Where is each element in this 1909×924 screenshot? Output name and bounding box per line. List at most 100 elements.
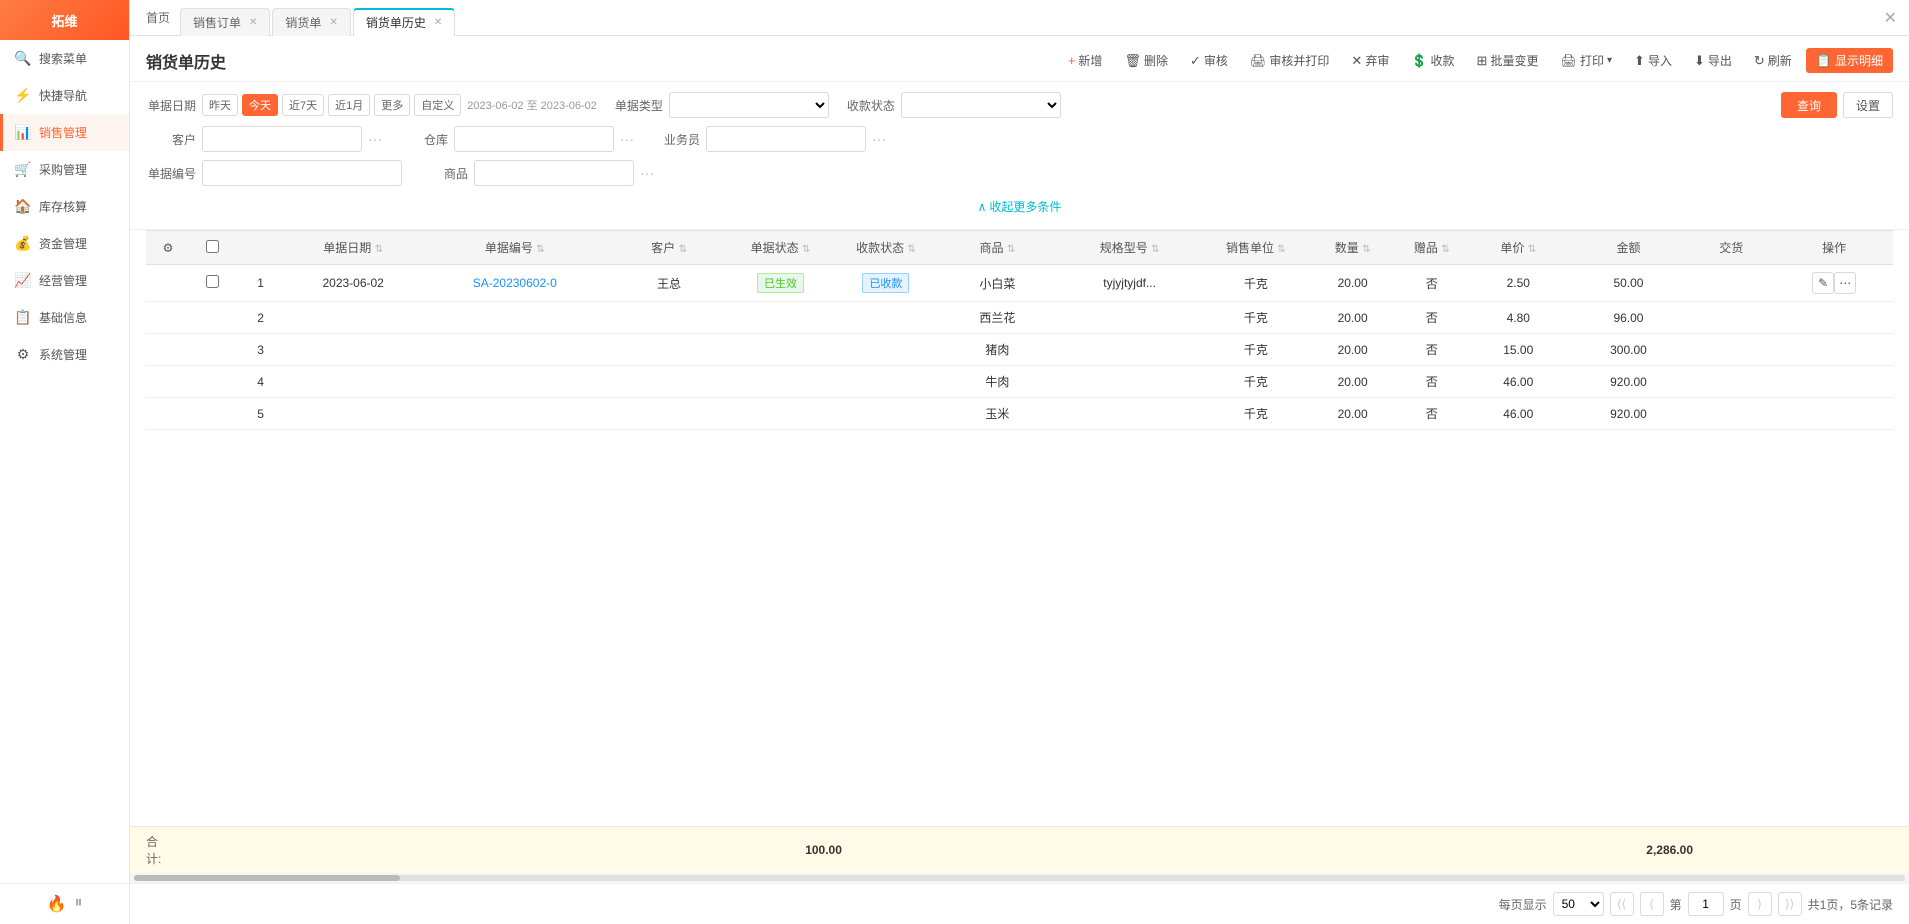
col-price[interactable]: 单价 ⇅ bbox=[1467, 231, 1570, 265]
page-first-btn[interactable]: ⟨⟨ bbox=[1610, 892, 1634, 916]
search-icon: 🔍 bbox=[15, 51, 31, 67]
pagination-bar: 每页显示 50 100 200 ⟨⟨ ⟨ 第 页 ⟩ ⟩⟩ 共1页，5条记录 bbox=[130, 883, 1909, 924]
sidebar-item-finance[interactable]: 💰 资金管理 bbox=[0, 225, 129, 262]
print-button[interactable]: 🖨 打印 ▾ bbox=[1552, 48, 1620, 73]
filter-date-group: 单据日期 昨天 今天 近7天 近1月 更多 自定义 2023-06-02 至 2… bbox=[146, 94, 597, 116]
date-1month-btn[interactable]: 近1月 bbox=[328, 94, 370, 116]
col-sn[interactable]: 单据编号 ⇅ bbox=[419, 231, 610, 265]
set-button[interactable]: 设置 bbox=[1843, 92, 1893, 118]
scrollbar-thumb[interactable] bbox=[134, 875, 400, 881]
col-goods[interactable]: 商品 ⇅ bbox=[939, 231, 1057, 265]
sidebar-item-purchase[interactable]: 🛒 采购管理 bbox=[0, 151, 129, 188]
client-ellipsis-btn[interactable]: ··· bbox=[368, 131, 382, 147]
select-all-checkbox[interactable] bbox=[206, 240, 219, 253]
tab-sales-delivery[interactable]: 销货单 ✕ bbox=[272, 8, 350, 36]
col-qty[interactable]: 数量 ⇅ bbox=[1309, 231, 1397, 265]
tab-sales-delivery-close[interactable]: ✕ bbox=[329, 17, 337, 28]
col-gift[interactable]: 赠品 ⇅ bbox=[1397, 231, 1467, 265]
col-date[interactable]: 单据日期 ⇅ bbox=[287, 231, 419, 265]
horizontal-scrollbar[interactable] bbox=[130, 873, 1909, 883]
tab-bar-close-btn[interactable]: ✕ bbox=[1884, 8, 1897, 28]
tab-home[interactable]: 首页 bbox=[138, 9, 178, 26]
page-title: 销货单历史 bbox=[146, 49, 226, 73]
paystatus-select[interactable] bbox=[901, 92, 1061, 118]
date-today-btn[interactable]: 今天 bbox=[242, 94, 278, 116]
page-next-btn[interactable]: ⟩ bbox=[1748, 892, 1772, 916]
col-pay-status[interactable]: 收款状态 ⇅ bbox=[833, 231, 938, 265]
sidebar-item-search[interactable]: 🔍 搜索菜单 bbox=[0, 40, 129, 77]
abandon-button[interactable]: ✕ 弃审 bbox=[1343, 48, 1397, 73]
row-checkbox[interactable] bbox=[206, 275, 219, 288]
col-checkbox bbox=[190, 231, 234, 265]
goods-ellipsis-btn[interactable]: ··· bbox=[640, 165, 654, 181]
client-input[interactable] bbox=[202, 126, 362, 152]
row-op-cell bbox=[1775, 366, 1893, 398]
row-sn-cell bbox=[419, 302, 610, 334]
page-input[interactable] bbox=[1688, 892, 1724, 916]
audit-button[interactable]: ✓ 审核 bbox=[1182, 48, 1236, 73]
date-quick-btns: 昨天 今天 近7天 近1月 更多 自定义 bbox=[202, 94, 461, 116]
salesperson-ellipsis-btn[interactable]: ··· bbox=[872, 131, 886, 147]
row-amount-cell: 96.00 bbox=[1570, 302, 1688, 334]
audit-print-button[interactable]: 🖨 审核并打印 bbox=[1242, 48, 1338, 73]
op-edit-btn[interactable]: ✎ bbox=[1812, 272, 1834, 294]
filter-sn-group: 单据编号 bbox=[146, 160, 402, 186]
sidebar-item-sales[interactable]: 📊 销售管理 bbox=[0, 114, 129, 151]
audit-icon: ✓ bbox=[1190, 53, 1201, 69]
query-button[interactable]: 查询 bbox=[1781, 92, 1837, 118]
sidebar-item-inventory[interactable]: 🏠 库存核算 bbox=[0, 188, 129, 225]
page-size-select[interactable]: 50 100 200 bbox=[1553, 892, 1604, 916]
date-more-btn[interactable]: 更多 bbox=[374, 94, 410, 116]
date-7days-btn[interactable]: 近7天 bbox=[282, 94, 324, 116]
col-client[interactable]: 客户 ⇅ bbox=[610, 231, 728, 265]
sidebar-item-operation[interactable]: 📈 经营管理 bbox=[0, 262, 129, 299]
row-op-cell bbox=[1775, 302, 1893, 334]
sidebar-pause-btn[interactable]: ⏸ bbox=[74, 894, 82, 914]
table-row: 5 玉米 千克 20.00 否 46.00 920.00 bbox=[146, 398, 1893, 430]
refresh-button[interactable]: ↻ 刷新 bbox=[1746, 48, 1800, 73]
row-spec-cell bbox=[1056, 398, 1203, 430]
export-button[interactable]: ⬇ 导出 bbox=[1686, 48, 1740, 73]
op-more-btn[interactable]: ⋯ bbox=[1834, 272, 1856, 294]
salesperson-input[interactable] bbox=[706, 126, 866, 152]
col-doc-status[interactable]: 单据状态 ⇅ bbox=[728, 231, 833, 265]
filter-row-3: 单据编号 商品 ··· bbox=[146, 160, 1893, 186]
tab-sales-history-close[interactable]: ✕ bbox=[434, 17, 442, 28]
tab-sales-history[interactable]: 销货单历史 ✕ bbox=[353, 8, 455, 36]
date-yesterday-btn[interactable]: 昨天 bbox=[202, 94, 238, 116]
batch-change-button[interactable]: ⊞ 批量变更 bbox=[1469, 48, 1547, 73]
page-of-label: 页 bbox=[1730, 896, 1742, 913]
row-gift-cell: 否 bbox=[1397, 398, 1467, 430]
sidebar-item-basic[interactable]: 📋 基础信息 bbox=[0, 299, 129, 336]
delete-button[interactable]: 🗑 删除 bbox=[1116, 48, 1176, 73]
col-unit[interactable]: 销售单位 ⇅ bbox=[1203, 231, 1308, 265]
row-trade-cell bbox=[1687, 398, 1775, 430]
sidebar-item-quick[interactable]: ⚡ 快捷导航 bbox=[0, 77, 129, 114]
tab-sales-order[interactable]: 销售订单 ✕ bbox=[180, 8, 270, 36]
page-last-btn[interactable]: ⟩⟩ bbox=[1778, 892, 1802, 916]
row-price-cell: 2.50 bbox=[1467, 265, 1570, 302]
sn-link[interactable]: SA-20230602-0 bbox=[473, 276, 557, 290]
col-spec[interactable]: 规格型号 ⇅ bbox=[1056, 231, 1203, 265]
warehouse-ellipsis-btn[interactable]: ··· bbox=[620, 131, 634, 147]
show-detail-button[interactable]: 📋 显示明细 bbox=[1806, 48, 1893, 73]
page-prev-btn[interactable]: ⟨ bbox=[1640, 892, 1664, 916]
sn-input[interactable] bbox=[202, 160, 402, 186]
sidebar-fire-btn[interactable]: 🔥 bbox=[47, 894, 67, 914]
sidebar-item-system[interactable]: ⚙ 系统管理 bbox=[0, 336, 129, 373]
goods-input[interactable] bbox=[474, 160, 634, 186]
import-button[interactable]: ⬆ 导入 bbox=[1626, 48, 1680, 73]
warehouse-input[interactable] bbox=[454, 126, 614, 152]
row-qty-cell: 20.00 bbox=[1309, 398, 1397, 430]
refresh-label: 刷新 bbox=[1768, 52, 1792, 69]
date-custom-btn[interactable]: 自定义 bbox=[414, 94, 461, 116]
filter-collapse-btn[interactable]: ∧ 收起更多条件 bbox=[146, 194, 1893, 219]
collect-button[interactable]: 💲 收款 bbox=[1403, 48, 1462, 73]
doctype-select[interactable] bbox=[669, 92, 829, 118]
doctype-label: 单据类型 bbox=[613, 97, 663, 114]
add-button[interactable]: + 新增 bbox=[1060, 48, 1111, 73]
tab-sales-order-close[interactable]: ✕ bbox=[249, 17, 257, 28]
col-gift-label: 赠品 bbox=[1414, 241, 1438, 255]
sidebar-item-system-label: 系统管理 bbox=[39, 346, 87, 363]
col-settings[interactable]: ⚙ bbox=[146, 231, 190, 265]
